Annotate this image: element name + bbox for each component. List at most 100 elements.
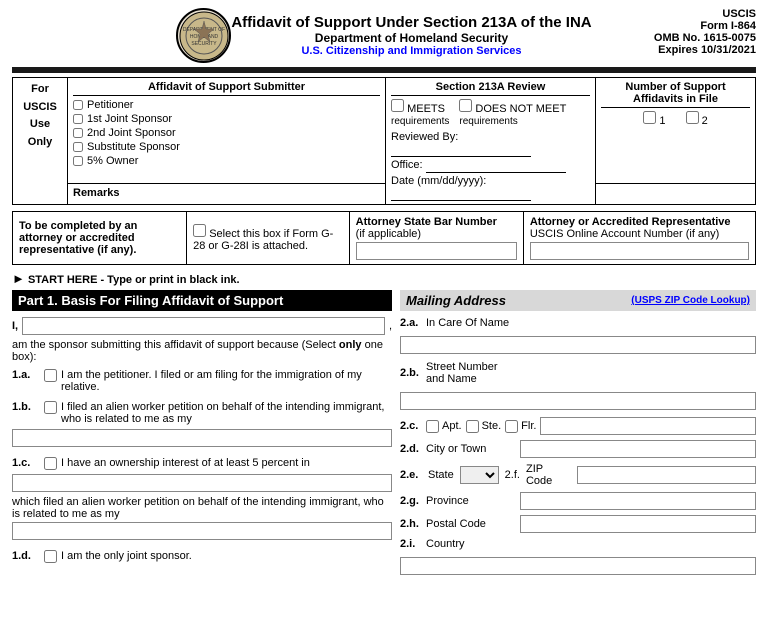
postal-code-input[interactable]	[520, 515, 756, 533]
field-2b-input-row	[400, 390, 756, 412]
field-2c-row: 2.c. Apt. Ste. Flr.	[400, 417, 756, 435]
meets-checkbox[interactable]	[391, 99, 404, 112]
meets-group: MEETS requirements	[391, 99, 449, 127]
ste-checkbox[interactable]	[466, 420, 479, 433]
bar-header: Attorney State Bar Number	[356, 216, 517, 228]
field-2i-row: 2.i. Country	[400, 538, 756, 550]
street-number-input[interactable]	[400, 392, 756, 410]
agency-subtitle: U.S. Citizenship and Immigration Service…	[231, 45, 591, 57]
apt-checkbox[interactable]	[426, 420, 439, 433]
mailing-title: Mailing Address	[406, 293, 506, 308]
online-account-input[interactable]	[530, 242, 749, 260]
country-input[interactable]	[400, 557, 756, 575]
form-id-block: USCIS Form I-864 OMB No. 1615-0075 Expir…	[654, 8, 756, 56]
field-2g-row: 2.g. Province	[400, 492, 756, 510]
page: DEPARTMENT OF HOMELAND SECURITY Affidavi…	[0, 0, 768, 590]
apt-label: Apt.	[442, 420, 462, 432]
section213-cell: Section 213A Review MEETS requirements D…	[386, 78, 596, 205]
item-1c-check: I have an ownership interest of at least…	[44, 457, 310, 470]
left-column: Part 1. Basis For Filing Affidavit of Su…	[12, 290, 392, 582]
date-label: Date (mm/dd/yyyy):	[391, 175, 486, 187]
joint1-row: 1st Joint Sponsor	[73, 113, 380, 125]
item-1b-check: I filed an alien worker petition on beha…	[44, 401, 392, 425]
ste-label: Ste.	[482, 420, 502, 432]
joint2-checkbox[interactable]	[73, 128, 83, 138]
petitioner-row: Petitioner	[73, 99, 380, 111]
attorney-online-cell: Attorney or Accredited Representative US…	[523, 212, 755, 265]
field-2b-num: 2.b.	[400, 367, 422, 379]
online-subtext: USCIS Online Account Number (if any)	[530, 228, 749, 240]
item-1b: 1.b. I filed an alien worker petition on…	[12, 401, 392, 449]
i-label: I,	[12, 320, 18, 332]
apt-number-input[interactable]	[540, 417, 756, 435]
meets-sub: requirements	[391, 116, 449, 127]
uscis-use-table: ForUSCISUseOnly Affidavit of Support Sub…	[12, 77, 756, 205]
num2-group: 2	[686, 111, 708, 127]
does-not-meet-checkbox[interactable]	[459, 99, 472, 112]
flr-checkbox[interactable]	[505, 420, 518, 433]
num1-group: 1	[643, 111, 665, 127]
usps-link[interactable]: (USPS ZIP Code Lookup)	[631, 295, 750, 306]
item-1d-num: 1.d.	[12, 550, 40, 562]
item-1a-num: 1.a.	[12, 369, 40, 381]
num2-checkbox[interactable]	[686, 111, 699, 124]
meets-label: MEETS	[407, 103, 445, 115]
field-2f-num: 2.f.	[505, 469, 520, 481]
bar-number-input[interactable]	[356, 242, 517, 260]
state-select[interactable]	[460, 466, 499, 484]
field-2h-num: 2.h.	[400, 518, 422, 530]
date-value	[391, 187, 531, 201]
petitioner-checkbox[interactable]	[73, 100, 83, 110]
field-2h-label: Postal Code	[426, 518, 516, 530]
field-2d-label: City or Town	[426, 443, 516, 455]
item-1c-header: 1.c. I have an ownership interest of at …	[12, 457, 392, 470]
part1-header: Part 1. Basis For Filing Affidavit of Su…	[12, 290, 392, 311]
attorney-table: To be completed by an attorney or accred…	[12, 211, 756, 265]
remarks-label: Remarks	[73, 187, 119, 199]
num1-checkbox[interactable]	[643, 111, 656, 124]
attorney-bar-cell: Attorney State Bar Number (if applicable…	[349, 212, 523, 265]
city-input[interactable]	[520, 440, 756, 458]
item-1b-checkbox[interactable]	[44, 401, 57, 414]
field-2g-num: 2.g.	[400, 495, 422, 507]
field-2e-2f-row: 2.e. State 2.f. ZIP Code	[400, 463, 756, 487]
g28-label: Select this box if Form G-28 or G-28I is…	[193, 228, 333, 252]
reviewed-by-label: Reviewed By:	[391, 131, 458, 143]
item-1a-header: 1.a. I am the petitioner. I filed or am …	[12, 369, 392, 393]
sponsor-name-input[interactable]	[22, 317, 385, 335]
main-content: Part 1. Basis For Filing Affidavit of Su…	[12, 290, 756, 582]
item-1d-header: 1.d. I am the only joint sponsor.	[12, 550, 392, 563]
five-pct-checkbox[interactable]	[73, 156, 83, 166]
joint1-checkbox[interactable]	[73, 114, 83, 124]
sponsor-text-row: am the sponsor submitting this affidavit…	[12, 339, 392, 363]
item-1c-company-input[interactable]	[12, 474, 392, 492]
g28-checkbox[interactable]	[193, 224, 206, 237]
form-number: Form I-864	[654, 20, 756, 32]
zip-input[interactable]	[577, 466, 756, 484]
attorney-left-cell: To be completed by an attorney or accred…	[13, 212, 187, 265]
substitute-checkbox[interactable]	[73, 142, 83, 152]
uscis-logo: DEPARTMENT OF HOMELAND SECURITY	[176, 8, 231, 63]
care-of-name-input[interactable]	[400, 336, 756, 354]
petitioner-label: Petitioner	[87, 99, 133, 111]
item-1b-input[interactable]	[12, 429, 392, 447]
flr-group: Flr.	[505, 420, 536, 433]
sponsor-text: am the sponsor submitting this affidavit…	[12, 339, 383, 363]
item-1c-checkbox[interactable]	[44, 457, 57, 470]
item-1d-checkbox[interactable]	[44, 550, 57, 563]
num2-label: 2	[702, 115, 708, 127]
i-comma: ,	[389, 320, 392, 332]
joint2-row: 2nd Joint Sponsor	[73, 127, 380, 139]
field-2e-num: 2.e.	[400, 469, 422, 481]
remarks-cell: Remarks	[68, 183, 386, 204]
province-input[interactable]	[520, 492, 756, 510]
item-1c-relation-input[interactable]	[12, 522, 392, 540]
joint1-label: 1st Joint Sponsor	[87, 113, 172, 125]
submitter-header: Affidavit of Support Submitter	[73, 81, 380, 96]
item-1a: 1.a. I am the petitioner. I filed or am …	[12, 369, 392, 393]
item-1b-header: 1.b. I filed an alien worker petition on…	[12, 401, 392, 425]
section213-header: Section 213A Review	[391, 81, 590, 96]
item-1a-checkbox[interactable]	[44, 369, 57, 382]
item-1c: 1.c. I have an ownership interest of at …	[12, 457, 392, 542]
online-header: Attorney or Accredited Representative	[530, 216, 749, 228]
